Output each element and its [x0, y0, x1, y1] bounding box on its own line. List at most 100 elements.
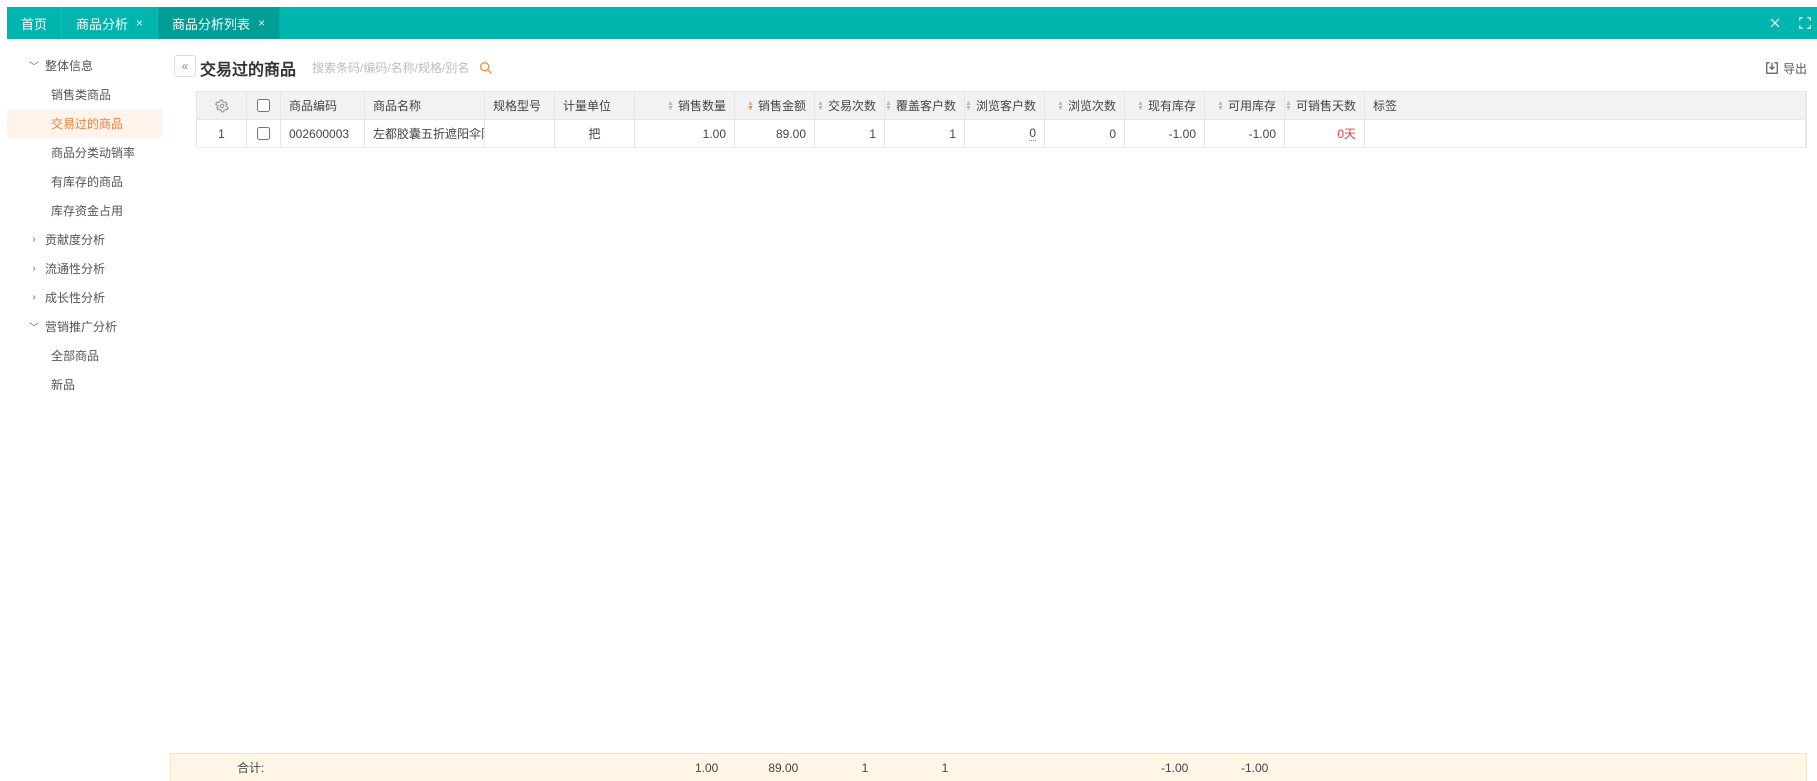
tabs-bar: 首页 商品分析 × 商品分析列表 ×: [7, 7, 1817, 39]
sort-icon: ▲▼: [1057, 101, 1064, 111]
th-code[interactable]: 商品编码: [281, 92, 365, 119]
top-gap: [0, 0, 1817, 7]
th-avail[interactable]: ▲▼可用库存: [1205, 92, 1285, 119]
th-trades[interactable]: ▲▼交易次数: [815, 92, 885, 119]
chevron-down-icon: ﹀: [27, 58, 41, 73]
cell-spec: [485, 120, 555, 147]
sidebar-item-new-products[interactable]: 新品: [7, 370, 162, 399]
footer-amount: 89.00: [726, 754, 806, 781]
export-icon: [1765, 61, 1779, 75]
footer-avail: -1.00: [1196, 754, 1276, 781]
page-title: 交易过的商品: [196, 56, 296, 80]
th-customers[interactable]: ▲▼覆盖客户数: [885, 92, 965, 119]
gear-icon: [205, 99, 238, 113]
footer-label: 合计:: [221, 754, 272, 781]
cell-days: 0天: [1285, 120, 1365, 147]
sidebar-group-growth[interactable]: › 成长性分析: [7, 283, 162, 312]
table-footer-totals: 合计: 1.00 89.00 1 1 -1.00 -1.00: [170, 753, 1807, 781]
cell-name: 左都胶囊五折遮阳伞防晒伞;: [365, 120, 485, 147]
fullscreen-icon[interactable]: [1797, 15, 1813, 31]
sidebar-group-contribution[interactable]: › 贡献度分析: [7, 225, 162, 254]
footer-browse-customers: [956, 754, 1036, 781]
footer-customers: 1: [876, 754, 956, 781]
tab-product-analysis-list[interactable]: 商品分析列表 ×: [158, 7, 280, 39]
th-checkbox[interactable]: [247, 92, 281, 119]
footer-browse-times: [1036, 754, 1116, 781]
sidebar-group-marketing[interactable]: ﹀ 营销推广分析: [7, 312, 162, 341]
sort-icon: ▲▼: [1285, 101, 1292, 111]
sidebar-group-liquidity[interactable]: › 流通性分析: [7, 254, 162, 283]
footer-qty: 1.00: [626, 754, 726, 781]
footer-trades: 1: [806, 754, 876, 781]
cell-browse-customers-link[interactable]: 0: [1029, 126, 1036, 141]
table-row[interactable]: 1 002600003 左都胶囊五折遮阳伞防晒伞; 把 1.00 89.00 1…: [197, 120, 1806, 148]
th-browse-times[interactable]: ▲▼浏览次数: [1045, 92, 1125, 119]
cell-browse-customers[interactable]: 0: [965, 120, 1045, 147]
tab-home[interactable]: 首页: [7, 7, 62, 39]
sidebar-group-label: 流通性分析: [45, 260, 105, 277]
main-content: « 交易过的商品 导出: [162, 39, 1817, 781]
th-name[interactable]: 商品名称: [365, 92, 485, 119]
tab-label: 商品分析: [76, 14, 128, 33]
cell-browse-times: 0: [1045, 120, 1125, 147]
tab-product-analysis[interactable]: 商品分析 ×: [62, 7, 158, 39]
sort-icon: ▲▼: [965, 101, 972, 111]
sidebar-item-sales-products[interactable]: 销售类商品: [7, 80, 162, 109]
close-all-icon[interactable]: [1767, 15, 1783, 31]
search-icon[interactable]: [478, 60, 494, 76]
search-input[interactable]: [310, 57, 470, 80]
th-tags[interactable]: 标签: [1365, 92, 1806, 119]
th-days[interactable]: ▲▼可销售天数: [1285, 92, 1365, 119]
th-browse-customers[interactable]: ▲▼浏览客户数: [965, 92, 1045, 119]
th-stock[interactable]: ▲▼现有库存: [1125, 92, 1205, 119]
close-icon[interactable]: ×: [136, 16, 143, 30]
tabs-right-controls: [1767, 7, 1813, 39]
select-all-checkbox[interactable]: [257, 99, 270, 112]
sidebar-group-label: 整体信息: [45, 57, 93, 74]
chevron-right-icon: ›: [27, 263, 41, 274]
cell-index: 1: [197, 120, 247, 147]
sort-icon: ▲▼: [817, 101, 824, 111]
sort-icon: ▲▼: [1217, 101, 1224, 111]
cell-avail: -1.00: [1205, 120, 1285, 147]
cell-stock: -1.00: [1125, 120, 1205, 147]
app-body: ﹀ 整体信息 销售类商品 交易过的商品 商品分类动销率 有库存的商品 库存资金占…: [7, 39, 1817, 781]
cell-amount: 89.00: [735, 120, 815, 147]
tab-label: 商品分析列表: [172, 14, 250, 33]
sort-icon: ▲▼: [667, 101, 674, 111]
collapse-sidebar-button[interactable]: «: [174, 55, 196, 77]
chevron-right-icon: ›: [27, 292, 41, 303]
export-label: 导出: [1783, 60, 1807, 77]
sidebar-item-all-products[interactable]: 全部商品: [7, 341, 162, 370]
cell-tags: [1365, 120, 1806, 147]
sidebar-group-label: 贡献度分析: [45, 231, 105, 248]
row-checkbox[interactable]: [257, 127, 270, 140]
sidebar-group-label: 营销推广分析: [45, 318, 117, 335]
chevron-down-icon: ﹀: [27, 319, 41, 334]
sidebar: ﹀ 整体信息 销售类商品 交易过的商品 商品分类动销率 有库存的商品 库存资金占…: [7, 39, 162, 781]
cell-qty: 1.00: [635, 120, 735, 147]
chevron-right-icon: ›: [27, 234, 41, 245]
table-header: 商品编码 商品名称 规格型号 计量单位 ▲▼销售数量 ▲▼销售金额 ▲▼交易次数…: [197, 92, 1806, 120]
sidebar-item-stock-funds[interactable]: 库存资金占用: [7, 196, 162, 225]
sidebar-group-overview[interactable]: ﹀ 整体信息: [7, 51, 162, 80]
footer-stock: -1.00: [1116, 754, 1196, 781]
th-amount[interactable]: ▲▼销售金额: [735, 92, 815, 119]
tab-label: 首页: [21, 14, 47, 33]
th-spec[interactable]: 规格型号: [485, 92, 555, 119]
sidebar-item-traded-products[interactable]: 交易过的商品: [7, 109, 162, 138]
cell-checkbox[interactable]: [247, 120, 281, 147]
cell-customers: 1: [885, 120, 965, 147]
sort-icon: ▲▼: [1137, 101, 1144, 111]
close-icon[interactable]: ×: [258, 16, 265, 30]
cell-trades: 1: [815, 120, 885, 147]
sort-icon: ▲▼: [885, 101, 892, 111]
th-unit[interactable]: 计量单位: [555, 92, 635, 119]
sidebar-item-category-rate[interactable]: 商品分类动销率: [7, 138, 162, 167]
sidebar-item-stock-products[interactable]: 有库存的商品: [7, 167, 162, 196]
th-settings[interactable]: [197, 92, 247, 119]
export-button[interactable]: 导出: [1765, 60, 1807, 77]
th-qty[interactable]: ▲▼销售数量: [635, 92, 735, 119]
cell-code: 002600003: [281, 120, 365, 147]
table-body: 1 002600003 左都胶囊五折遮阳伞防晒伞; 把 1.00 89.00 1…: [197, 120, 1806, 148]
